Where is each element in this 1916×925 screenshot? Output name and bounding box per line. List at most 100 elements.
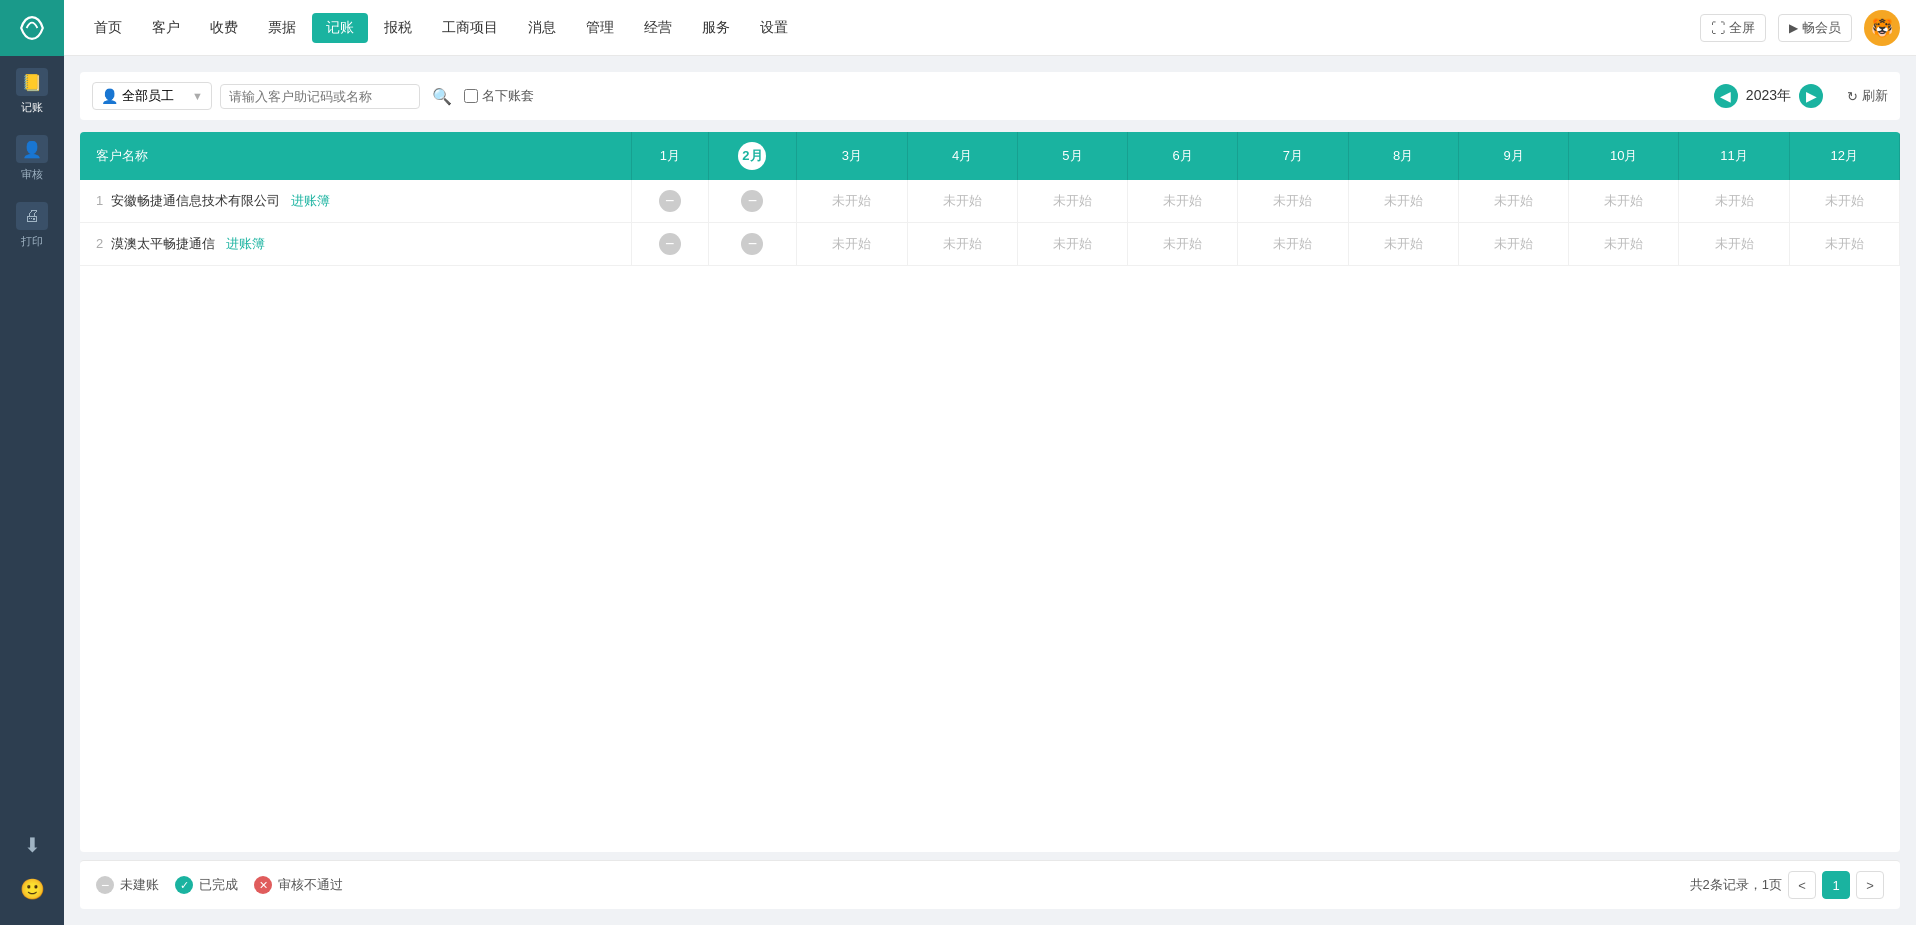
not-started-label: 未开始: [1163, 236, 1202, 251]
legend-not-built: −未建账: [96, 876, 159, 894]
nav-item-bizitem[interactable]: 工商项目: [428, 13, 512, 43]
nav-item-bookkeeping[interactable]: 记账: [312, 13, 368, 43]
sidebar-item-print[interactable]: 🖨 打印: [16, 190, 48, 257]
search-button[interactable]: 🔍: [428, 87, 456, 106]
table-header: 客户名称1月2月3月4月5月6月7月8月9月10月11月12月: [80, 132, 1900, 180]
month-cell-12: 未开始: [1789, 223, 1899, 266]
month-cell-5: 未开始: [1017, 180, 1127, 223]
sidebar-item-audit[interactable]: 👤 审核: [16, 123, 48, 190]
col-month-9: 9月: [1458, 132, 1568, 180]
vip-button[interactable]: ▶ 畅会员: [1778, 14, 1852, 42]
nav-item-service[interactable]: 服务: [688, 13, 744, 43]
col-month-3: 3月: [797, 132, 907, 180]
sidebar-item-download[interactable]: ⬇: [0, 825, 64, 865]
client-name: 安徽畅捷通信息技术有限公司: [111, 193, 280, 208]
sidebar: 📒 记账 👤 审核 🖨 打印 ⬇ 🙂: [0, 0, 64, 925]
month-cell-8: 未开始: [1348, 180, 1458, 223]
col-month-5: 5月: [1017, 132, 1127, 180]
not-started-label: 未开始: [832, 193, 871, 208]
month-cell-1[interactable]: −: [631, 180, 708, 223]
month-cell-4: 未开始: [907, 223, 1017, 266]
total-records-text: 共2条记录，1页: [1690, 876, 1782, 894]
month-cell-2[interactable]: −: [708, 180, 797, 223]
month-cell-9: 未开始: [1458, 223, 1568, 266]
not-started-label: 未开始: [1053, 236, 1092, 251]
sidebar-item-bookkeeping[interactable]: 📒 记账: [16, 56, 48, 123]
mine-filter-checkbox[interactable]: [464, 89, 478, 103]
month-cell-12: 未开始: [1789, 180, 1899, 223]
mine-filter-label[interactable]: 名下账套: [464, 87, 534, 105]
not-started-label: 未开始: [1825, 236, 1864, 251]
month-cell-4: 未开始: [907, 180, 1017, 223]
col-month-4: 4月: [907, 132, 1017, 180]
table-body: 1 安徽畅捷通信息技术有限公司 进账簿 −−未开始未开始未开始未开始未开始未开始…: [80, 180, 1900, 266]
month-cell-8: 未开始: [1348, 223, 1458, 266]
next-year-button[interactable]: ▶: [1799, 84, 1823, 108]
footer: −未建账 ✓已完成 ✕审核不通过 共2条记录，1页 < 1 >: [80, 860, 1900, 909]
year-display: 2023年: [1746, 87, 1791, 105]
month-cell-11: 未开始: [1679, 223, 1789, 266]
col-month-12: 12月: [1789, 132, 1899, 180]
not-started-label: 未开始: [1053, 193, 1092, 208]
month-cell-7: 未开始: [1238, 223, 1348, 266]
nav-item-fee[interactable]: 收费: [196, 13, 252, 43]
month-cell-10: 未开始: [1569, 223, 1679, 266]
status-dash-icon: −: [741, 190, 763, 212]
sidebar-item-support[interactable]: 🙂: [0, 869, 64, 909]
nav-item-message[interactable]: 消息: [514, 13, 570, 43]
not-started-label: 未开始: [1494, 236, 1533, 251]
bookkeeping-table: 客户名称1月2月3月4月5月6月7月8月9月10月11月12月 1 安徽畅捷通信…: [80, 132, 1900, 852]
nav-item-operation[interactable]: 经营: [630, 13, 686, 43]
nav-item-home[interactable]: 首页: [80, 13, 136, 43]
fullscreen-button[interactable]: ⛶ 全屏: [1700, 14, 1766, 42]
legend-icon-not-built: −: [96, 876, 114, 894]
month-cell-2[interactable]: −: [708, 223, 797, 266]
month-cell-9: 未开始: [1458, 180, 1568, 223]
nav-item-customer[interactable]: 客户: [138, 13, 194, 43]
employee-filter[interactable]: 👤 全部员工 ▼: [92, 82, 212, 110]
nav-item-settings[interactable]: 设置: [746, 13, 802, 43]
col-month-7: 7月: [1238, 132, 1348, 180]
nav-item-tax[interactable]: 报税: [370, 13, 426, 43]
nav-item-manage[interactable]: 管理: [572, 13, 628, 43]
enter-ledger-link[interactable]: 进账簿: [226, 236, 265, 251]
logo[interactable]: [0, 0, 64, 56]
nav-item-invoice[interactable]: 票据: [254, 13, 310, 43]
refresh-label: 刷新: [1862, 87, 1888, 105]
refresh-button[interactable]: ↻ 刷新: [1847, 87, 1888, 105]
not-started-label: 未开始: [1604, 193, 1643, 208]
avatar[interactable]: 🐯: [1864, 10, 1900, 46]
col-month-10: 10月: [1569, 132, 1679, 180]
legend-icon-done: ✓: [175, 876, 193, 894]
not-started-label: 未开始: [1273, 236, 1312, 251]
table-row: 1 安徽畅捷通信息技术有限公司 进账簿 − − 未开始 未开始 未开始 未开始 未开始 未开始…: [80, 180, 1900, 223]
toolbar: 👤 全部员工 ▼ 🔍 名下账套 ◀ 2023年 ▶ ↻ 刷新: [80, 72, 1900, 120]
next-page-button[interactable]: >: [1856, 871, 1884, 899]
not-started-label: 未开始: [1384, 193, 1423, 208]
not-started-label: 未开始: [1494, 193, 1533, 208]
col-month-8: 8月: [1348, 132, 1458, 180]
client-name-cell: 1 安徽畅捷通信息技术有限公司 进账簿: [80, 180, 631, 223]
not-started-label: 未开始: [1604, 236, 1643, 251]
search-input[interactable]: [220, 84, 420, 109]
legend-done: ✓已完成: [175, 876, 238, 894]
person-icon: 👤: [101, 88, 118, 104]
not-started-label: 未开始: [1273, 193, 1312, 208]
enter-ledger-link[interactable]: 进账簿: [291, 193, 330, 208]
audit-icon: 👤: [16, 135, 48, 163]
prev-page-button[interactable]: <: [1788, 871, 1816, 899]
sidebar-item-label: 审核: [21, 167, 43, 182]
col-month-2: 2月: [708, 132, 797, 180]
not-started-label: 未开始: [1384, 236, 1423, 251]
month-cell-1[interactable]: −: [631, 223, 708, 266]
current-page-button[interactable]: 1: [1822, 871, 1850, 899]
refresh-icon: ↻: [1847, 89, 1858, 104]
month-cell-10: 未开始: [1569, 180, 1679, 223]
month-cell-6: 未开始: [1128, 180, 1238, 223]
sidebar-bottom: ⬇ 🙂: [0, 825, 64, 925]
col-month-1: 1月: [631, 132, 708, 180]
year-navigation: ◀ 2023年 ▶: [1714, 84, 1823, 108]
prev-year-button[interactable]: ◀: [1714, 84, 1738, 108]
month-cell-3: 未开始: [797, 180, 907, 223]
legend-rejected: ✕审核不通过: [254, 876, 343, 894]
